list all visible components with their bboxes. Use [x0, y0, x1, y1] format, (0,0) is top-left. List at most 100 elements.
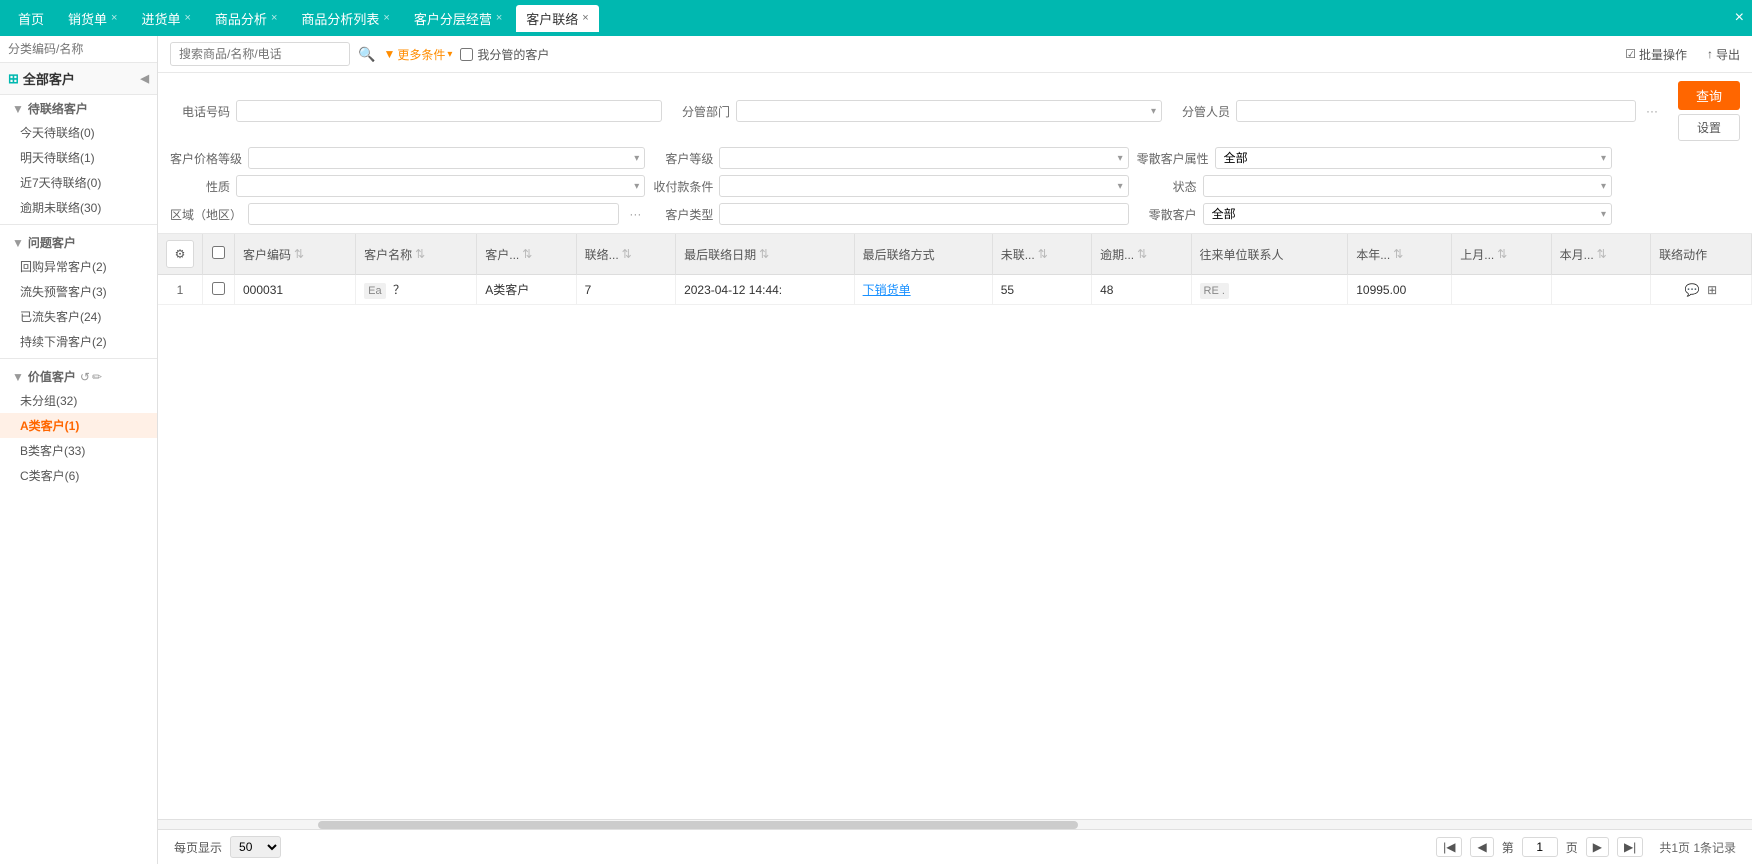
page-size-select[interactable]: 20 50 100 200	[230, 836, 281, 858]
sidebar-item-class-a[interactable]: A类客户(1)	[0, 413, 157, 438]
sort-icon-overdue: ⇅	[1137, 247, 1147, 261]
sidebar-group-problem[interactable]: ▼ 问题客户	[0, 229, 157, 254]
next-page-btn[interactable]: ▶	[1586, 837, 1609, 857]
th-name[interactable]: 客户名称 ⇅	[356, 234, 477, 275]
sort-icon-name: ⇅	[415, 247, 425, 261]
nav-close-all[interactable]: ×	[1735, 9, 1744, 27]
sidebar-item-today[interactable]: 今天待联络(0)	[0, 120, 157, 145]
sidebar-item-abnormal[interactable]: 回购异常客户(2)	[0, 254, 157, 279]
th-this-year[interactable]: 本年... ⇅	[1348, 234, 1452, 275]
search-button[interactable]: 🔍	[358, 46, 375, 63]
nav-purchase-close[interactable]: ×	[184, 12, 190, 24]
region-input[interactable]	[248, 203, 619, 225]
filter-zero-retail-attr: 零散客户属性 全部 ▾	[1137, 147, 1612, 169]
sidebar-search-input[interactable]	[8, 42, 158, 56]
edit-icon[interactable]: ✏	[92, 370, 102, 384]
sidebar-group-value[interactable]: ▼ 价值客户 ↺ ✏	[0, 363, 157, 388]
region-more-icon[interactable]: ···	[625, 207, 645, 221]
prev-page-btn[interactable]: ◀	[1470, 837, 1493, 857]
export-btn[interactable]: ↑ 导出	[1707, 46, 1740, 63]
search-input[interactable]	[170, 42, 350, 66]
zero-retail-select[interactable]: 全部	[1203, 203, 1612, 225]
th-checkbox[interactable]	[203, 234, 235, 275]
last-page-btn[interactable]: ▶|	[1617, 837, 1643, 857]
th-overdue[interactable]: 逾期... ⇅	[1092, 234, 1191, 275]
filter-zero-retail: 零散客户 全部 ▾	[1137, 203, 1612, 225]
customer-level-select[interactable]	[719, 147, 1128, 169]
status-select[interactable]	[1203, 175, 1612, 197]
more-action-icon[interactable]: ⊞	[1707, 283, 1717, 297]
batch-op-btn[interactable]: ☑ 批量操作	[1625, 46, 1687, 63]
sidebar-item-tomorrow[interactable]: 明天待联络(1)	[0, 145, 157, 170]
th-gear[interactable]: ⚙	[158, 234, 203, 275]
zero-retail-attr-select[interactable]: 全部	[1215, 147, 1612, 169]
nav-product-analysis[interactable]: 商品分析 ×	[205, 5, 287, 32]
batch-op-icon: ☑	[1625, 47, 1636, 61]
sidebar-item-overdue[interactable]: 逾期未联络(30)	[0, 195, 157, 220]
sort-icon-last-date: ⇅	[759, 247, 769, 261]
nav-product-list-close[interactable]: ×	[383, 12, 389, 24]
sidebar-collapse-btn[interactable]: ◀	[141, 72, 149, 85]
nav-purchase[interactable]: 进货单 ×	[131, 5, 200, 32]
td-company-contact: RE .	[1191, 275, 1348, 305]
nav-customer-segment-close[interactable]: ×	[496, 12, 502, 24]
horizontal-scrollbar[interactable]	[158, 819, 1752, 829]
query-btn[interactable]: 查询	[1678, 81, 1740, 110]
th-last-date[interactable]: 最后联络日期 ⇅	[676, 234, 855, 275]
nav-product-list[interactable]: 商品分析列表 ×	[291, 5, 399, 32]
th-no-contact[interactable]: 未联... ⇅	[992, 234, 1091, 275]
refresh-icon[interactable]: ↺	[80, 370, 90, 384]
td-last-month	[1452, 275, 1551, 305]
person-input[interactable]	[1236, 100, 1636, 122]
sidebar-item-class-c[interactable]: C类客户(6)	[0, 463, 157, 488]
sidebar-item-churned[interactable]: 已流失客户(24)	[0, 304, 157, 329]
page-input[interactable]	[1522, 837, 1558, 857]
th-contact[interactable]: 联络... ⇅	[576, 234, 675, 275]
phone-input[interactable]	[236, 100, 662, 122]
th-this-month[interactable]: 本月... ⇅	[1551, 234, 1650, 275]
sidebar-all-customers[interactable]: ⊞ 全部客户 ◀	[0, 63, 157, 95]
th-company-contact[interactable]: 往来单位联系人	[1191, 234, 1348, 275]
select-all-checkbox[interactable]	[212, 246, 225, 259]
dept-select[interactable]	[736, 100, 1162, 122]
price-level-select-wrap: ▾	[248, 147, 645, 169]
nav-home[interactable]: 首页	[8, 5, 54, 32]
sidebar-group-pending[interactable]: ▼ 待联络客户	[0, 95, 157, 120]
filter-row-4: 区域（地区） ··· 客户类型 零散客户 全部 ▾	[170, 203, 1740, 225]
more-conditions-btn[interactable]: ▼ 更多条件 ▾	[383, 46, 452, 63]
chat-action-icon[interactable]: 💬	[1685, 283, 1700, 297]
scrollbar-thumb[interactable]	[318, 821, 1078, 829]
nav-sales-close[interactable]: ×	[111, 12, 117, 24]
td-checkbox[interactable]	[203, 275, 235, 305]
price-level-select[interactable]	[248, 147, 645, 169]
th-type[interactable]: 客户... ⇅	[477, 234, 576, 275]
nav-product-analysis-close[interactable]: ×	[271, 12, 277, 24]
nav-customer-segment[interactable]: 客户分层经营 ×	[404, 5, 512, 32]
payment-select-wrap: ▾	[719, 175, 1128, 197]
sidebar-item-class-b[interactable]: B类客户(33)	[0, 438, 157, 463]
first-page-btn[interactable]: |◀	[1436, 837, 1462, 857]
sidebar-item-declining[interactable]: 持续下滑客户(2)	[0, 329, 157, 354]
payment-select[interactable]	[719, 175, 1128, 197]
arrow-down-icon: ▼	[12, 102, 24, 116]
status-select-wrap: ▾	[1203, 175, 1612, 197]
th-last-method[interactable]: 最后联络方式	[854, 234, 992, 275]
th-last-month[interactable]: 上月... ⇅	[1452, 234, 1551, 275]
settings-btn[interactable]: 设置	[1678, 114, 1740, 141]
nature-select[interactable]	[236, 175, 645, 197]
my-customers-checkbox-wrap[interactable]: 我分管的客户	[460, 46, 549, 63]
customer-type-input[interactable]	[719, 203, 1128, 225]
nav-customer-contact-close[interactable]: ×	[582, 12, 588, 24]
person-more-icon[interactable]: ···	[1642, 104, 1662, 118]
my-customers-checkbox[interactable]	[460, 48, 473, 61]
th-code[interactable]: 客户编码 ⇅	[235, 234, 356, 275]
sidebar-search-wrap: 🔍	[0, 36, 157, 63]
sidebar-item-7days[interactable]: 近7天待联络(0)	[0, 170, 157, 195]
row-checkbox[interactable]	[212, 282, 225, 295]
sidebar-item-churn-warning[interactable]: 流失预警客户(3)	[0, 279, 157, 304]
nav-sales[interactable]: 销货单 ×	[58, 5, 127, 32]
table-settings-gear[interactable]: ⚙	[166, 240, 194, 268]
last-method-link[interactable]: 下销货单	[863, 283, 911, 297]
nav-customer-contact[interactable]: 客户联络 ×	[516, 5, 598, 32]
sidebar-item-unclassified[interactable]: 未分组(32)	[0, 388, 157, 413]
